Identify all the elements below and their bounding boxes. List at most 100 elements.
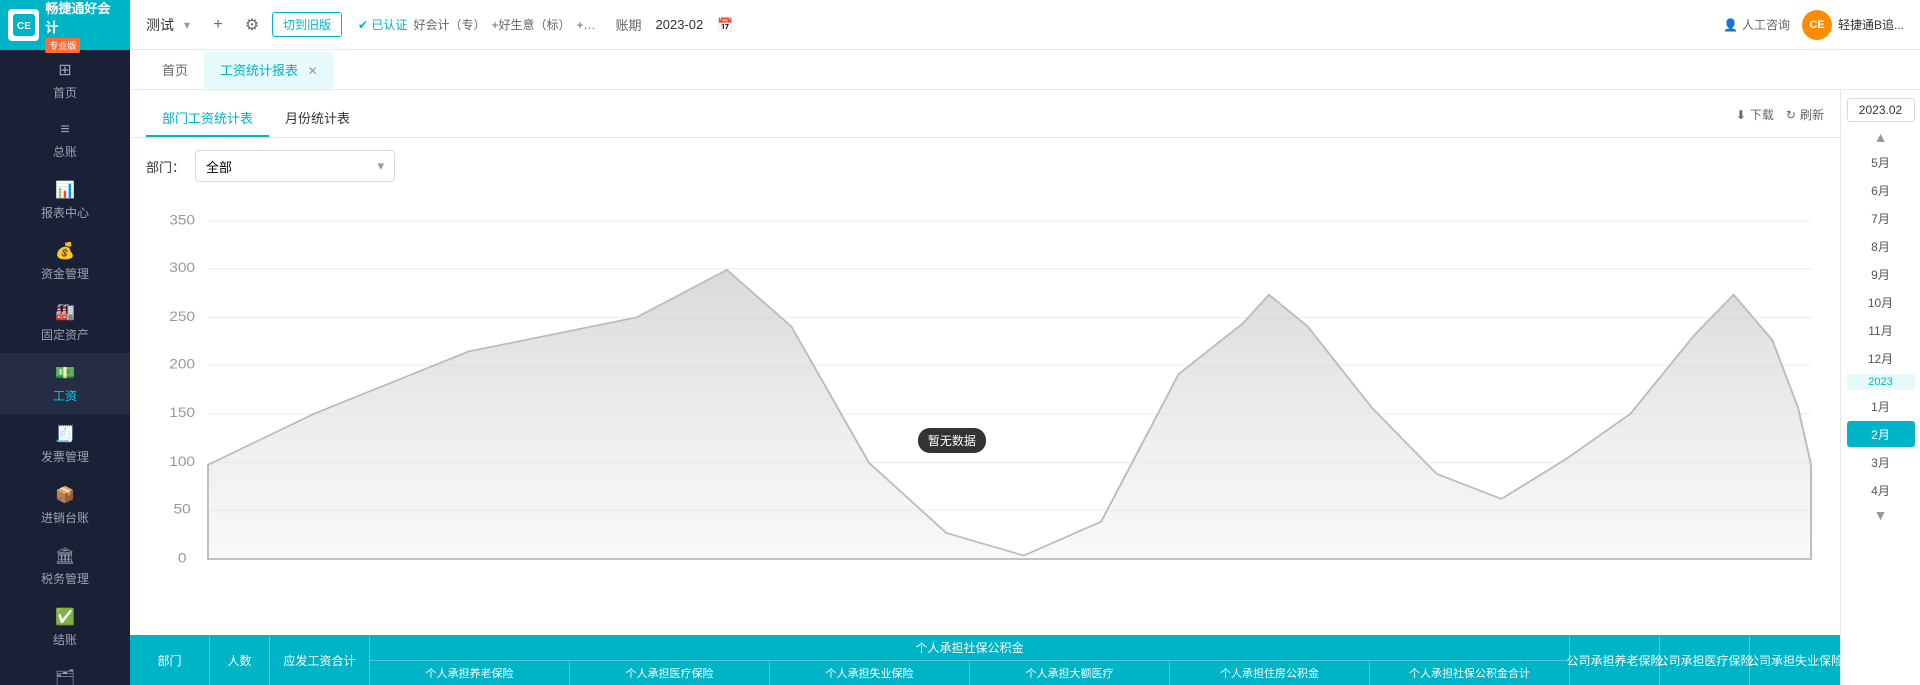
left-panel: 部门工资统计表 月份统计表 ⬇ 下载 ↻ 刷新 部门：: [130, 90, 1840, 685]
sidebar-item-funds[interactable]: 💰 资金管理: [0, 231, 130, 292]
sidebar-item-funds-label: 资金管理: [41, 265, 89, 282]
sidebar-item-reports-label: 报表中心: [41, 204, 89, 221]
sidebar-item-settle[interactable]: ✅ 结账: [0, 597, 130, 658]
group-title: 个人承担社保公积金: [370, 635, 1569, 661]
user-service[interactable]: 👤 人工咨询: [1723, 16, 1790, 33]
sidebar-item-ledger-label: 总账: [53, 143, 77, 160]
refresh-button[interactable]: ↻ 刷新: [1786, 106, 1824, 123]
sidebar-item-salary-label: 工资: [53, 387, 77, 404]
sidebar-item-assets-label: 固定资产: [41, 326, 89, 343]
dept-select[interactable]: 全部 ▾: [195, 150, 395, 182]
sidebar-item-home[interactable]: ⊞ 首页: [0, 50, 130, 111]
sidebar-item-purchase[interactable]: 📦 进销台账: [0, 475, 130, 536]
page-title: 测试: [146, 15, 174, 35]
period-value: 2023-02: [656, 17, 704, 32]
chart-area: 350 300 250 200 150 100 50 0: [130, 194, 1840, 635]
sidebar-item-salary[interactable]: 💵 工资: [0, 353, 130, 414]
user-avatar: CE: [1802, 10, 1832, 40]
sub-housing-fund: 个人承担住房公积金: [1170, 661, 1370, 685]
sidebar-item-purchase-label: 进销台账: [41, 509, 89, 526]
col-total-salary: 应发工资合计: [270, 635, 370, 685]
user-profile[interactable]: CE 轻捷通B追...: [1802, 10, 1904, 40]
sidebar: CE 畅捷通好会计 专业版 ⊞ 首页 ≡ 总账 📊 报表中心 💰 资金管理 🏭: [0, 0, 130, 685]
date-nav-up[interactable]: ▲: [1847, 126, 1915, 148]
date-month-9[interactable]: 9月: [1847, 261, 1915, 287]
tab-salary-report-label: 工资统计报表: [220, 63, 298, 78]
sidebar-logo: CE 畅捷通好会计 专业版: [0, 0, 130, 50]
period-label: 账期: [615, 15, 641, 34]
svg-text:CE: CE: [17, 21, 31, 32]
col-company-unemployment: 公司承担失业保险: [1750, 635, 1840, 685]
sub-pension: 个人承担养老保险: [370, 661, 570, 685]
date-month-5[interactable]: 5月: [1847, 149, 1915, 175]
tab-salary-report[interactable]: 工资统计报表 ✕: [204, 52, 334, 89]
user-name: 轻捷通B追...: [1838, 16, 1904, 33]
main-content: 测试 ▾ + ⚙ 切到旧版 ✔ 已认证 好会计（专） +好生意（标） +… 账期…: [130, 0, 1920, 685]
refresh-icon: ↻: [1786, 108, 1796, 122]
col-company-medical: 公司承担医疗保险: [1660, 635, 1750, 685]
service-icon: 👤: [1723, 18, 1738, 32]
subtab-dept[interactable]: 部门工资统计表: [146, 100, 269, 137]
date-month-11[interactable]: 11月: [1847, 317, 1915, 343]
calendar-icon[interactable]: 📅: [717, 17, 733, 33]
sidebar-nav: ⊞ 首页 ≡ 总账 📊 报表中心 💰 资金管理 🏭 固定资产 💵 工资 🧾 发票…: [0, 50, 130, 685]
download-button[interactable]: ⬇ 下载: [1736, 106, 1774, 123]
chart-container: 350 300 250 200 150 100 50 0: [146, 204, 1824, 635]
sidebar-item-invoice-label: 发票管理: [41, 448, 89, 465]
sub-medical: 个人承担医疗保险: [570, 661, 770, 685]
settle-icon: ✅: [55, 607, 75, 627]
purchase-icon: 📦: [55, 485, 75, 505]
good-accounting-badge: 好会计（专）: [413, 16, 485, 33]
date-year-2023: 2023: [1847, 374, 1915, 390]
content-area: 部门工资统计表 月份统计表 ⬇ 下载 ↻ 刷新 部门：: [130, 90, 1920, 685]
svg-text:50: 50: [174, 502, 191, 517]
date-month-2-2023[interactable]: 2月: [1847, 421, 1915, 447]
topbar-dropdown-arrow[interactable]: ▾: [184, 18, 190, 32]
sub-unemployment: 个人承担失业保险: [770, 661, 970, 685]
topbar-add-button[interactable]: +: [204, 11, 232, 39]
home-icon: ⊞: [58, 60, 71, 80]
tab-close-icon[interactable]: ✕: [308, 64, 318, 78]
date-month-3-2023[interactable]: 3月: [1847, 449, 1915, 475]
funds-icon: 💰: [55, 241, 75, 261]
svg-text:100: 100: [169, 455, 195, 470]
sidebar-item-reports[interactable]: 📊 报表中心: [0, 170, 130, 231]
sidebar-item-home-label: 首页: [53, 84, 77, 101]
topbar-switch-button[interactable]: 切到旧版: [272, 12, 342, 37]
logo-title: 畅捷通好会计: [45, 0, 122, 36]
select-arrow-icon: ▾: [377, 158, 384, 174]
date-month-1-2023[interactable]: 1月: [1847, 393, 1915, 419]
sidebar-item-tax-label: 税务管理: [41, 570, 89, 587]
sidebar-item-assets[interactable]: 🏭 固定资产: [0, 292, 130, 353]
date-month-12[interactable]: 12月: [1847, 345, 1915, 371]
subtabs-left: 部门工资统计表 月份统计表: [146, 100, 366, 137]
group-social-insurance: 个人承担社保公积金 个人承担养老保险 个人承担医疗保险 个人承担失业保险 个人承…: [370, 635, 1570, 685]
svg-text:150: 150: [169, 406, 195, 421]
service-label: 人工咨询: [1742, 16, 1790, 33]
tax-icon: 🏛: [55, 546, 75, 566]
download-icon: ⬇: [1736, 108, 1746, 122]
subtab-month[interactable]: 月份统计表: [269, 100, 366, 137]
date-month-4-2023[interactable]: 4月: [1847, 477, 1915, 503]
chart-svg: 350 300 250 200 150 100 50 0: [146, 204, 1824, 635]
svg-text:350: 350: [169, 213, 195, 228]
subtabs-right: ⬇ 下载 ↻ 刷新: [1736, 106, 1824, 131]
invoice-icon: 🧾: [55, 424, 75, 444]
date-month-6[interactable]: 6月: [1847, 177, 1915, 203]
topbar: 测试 ▾ + ⚙ 切到旧版 ✔ 已认证 好会计（专） +好生意（标） +… 账期…: [130, 0, 1920, 50]
col-people: 人数: [210, 635, 270, 685]
date-month-8[interactable]: 8月: [1847, 233, 1915, 259]
topbar-btn-group: + ⚙ 切到旧版: [204, 11, 342, 39]
tab-home[interactable]: 首页: [146, 52, 204, 89]
sidebar-item-ledger[interactable]: ≡ 总账: [0, 111, 130, 170]
date-nav-down[interactable]: ▼: [1847, 504, 1915, 526]
topbar-settings-button[interactable]: ⚙: [238, 11, 266, 39]
svg-text:300: 300: [169, 261, 195, 276]
sidebar-item-invoice[interactable]: 🧾 发票管理: [0, 414, 130, 475]
sub-total: 个人承担社保公积金合计: [1370, 661, 1569, 685]
date-month-10[interactable]: 10月: [1847, 289, 1915, 315]
sidebar-item-tax[interactable]: 🏛 税务管理: [0, 536, 130, 597]
date-month-7[interactable]: 7月: [1847, 205, 1915, 231]
dept-select-value: 全部: [206, 157, 232, 176]
sidebar-item-archive[interactable]: 🗂 归档管理: [0, 658, 130, 685]
